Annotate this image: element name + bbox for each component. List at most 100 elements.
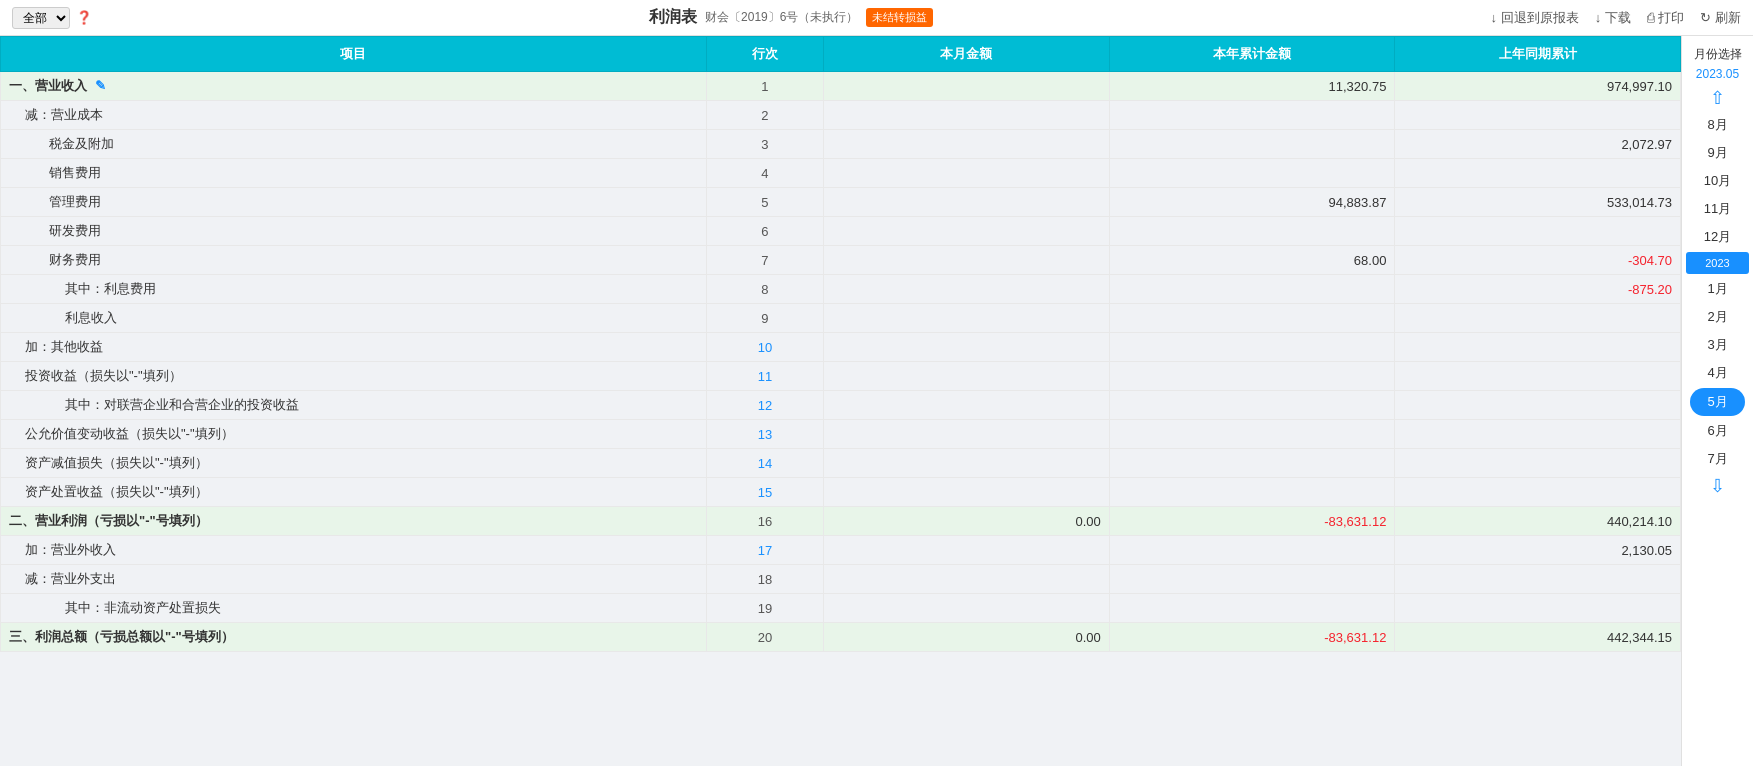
- month-nav-down[interactable]: ⇩: [1708, 473, 1727, 499]
- row-month-2: [824, 101, 1110, 130]
- row-ytd-18: [1109, 565, 1395, 594]
- row-prev-13: [1395, 420, 1681, 449]
- edit-icon-1[interactable]: ✎: [91, 78, 106, 93]
- row-month-12: [824, 391, 1110, 420]
- row-num-17[interactable]: 17: [706, 536, 824, 565]
- month-item[interactable]: 3月: [1682, 331, 1753, 359]
- row-name-19: 其中：非流动资产处置损失: [1, 594, 707, 623]
- month-item[interactable]: 9月: [1682, 139, 1753, 167]
- month-item[interactable]: 4月: [1682, 359, 1753, 387]
- row-ytd-19: [1109, 594, 1395, 623]
- row-ytd-9: [1109, 304, 1395, 333]
- row-num-16: 16: [706, 507, 824, 536]
- page-subtitle: 财会〔2019〕6号（未执行）: [705, 9, 858, 26]
- row-prev-4: [1395, 159, 1681, 188]
- month-item[interactable]: 10月: [1682, 167, 1753, 195]
- row-month-6: [824, 217, 1110, 246]
- top-actions: ↓ 回退到原报表 ↓ 下载 ⎙ 打印 ↻ 刷新: [1491, 9, 1742, 27]
- top-bar: 全部 ❓ 利润表 财会〔2019〕6号（未执行） 未结转损益 ↓ 回退到原报表 …: [0, 0, 1753, 36]
- row-num-14[interactable]: 14: [706, 449, 824, 478]
- row-num-3: 3: [706, 130, 824, 159]
- row-prev-5: 533,014.73: [1395, 188, 1681, 217]
- row-num-12[interactable]: 12: [706, 391, 824, 420]
- side-panel-title: 月份选择: [1694, 40, 1742, 67]
- row-ytd-8: [1109, 275, 1395, 304]
- month-item[interactable]: 12月: [1682, 223, 1753, 251]
- row-name-17: 加：营业外收入: [1, 536, 707, 565]
- main-table-area: 项目 行次 本月金额 本年累计金额 上年同期累计 一、营业收入 ✎111,320…: [0, 36, 1681, 766]
- month-item[interactable]: 8月: [1682, 111, 1753, 139]
- back-button[interactable]: ↓ 回退到原报表: [1491, 9, 1579, 27]
- row-num-13[interactable]: 13: [706, 420, 824, 449]
- row-prev-14: [1395, 449, 1681, 478]
- download-button[interactable]: ↓ 下载: [1595, 9, 1631, 27]
- row-prev-15: [1395, 478, 1681, 507]
- month-item[interactable]: 6月: [1682, 417, 1753, 445]
- top-left: 全部 ❓: [12, 7, 92, 29]
- col-header-ytd: 本年累计金额: [1109, 37, 1395, 72]
- row-name-3: 税金及附加: [1, 130, 707, 159]
- row-ytd-6: [1109, 217, 1395, 246]
- row-ytd-1: 11,320.75: [1109, 72, 1395, 101]
- page-title: 利润表: [649, 7, 697, 28]
- side-panel: 月份选择 2023.05 ⇧ 8月9月10月11月12月20231月2月3月4月…: [1681, 36, 1753, 766]
- row-month-9: [824, 304, 1110, 333]
- row-name-1: 一、营业收入 ✎: [1, 72, 707, 101]
- row-ytd-3: [1109, 130, 1395, 159]
- row-name-5: 管理费用: [1, 188, 707, 217]
- row-month-7: [824, 246, 1110, 275]
- month-item[interactable]: 2023: [1686, 252, 1749, 274]
- row-prev-11: [1395, 362, 1681, 391]
- row-ytd-5: 94,883.87: [1109, 188, 1395, 217]
- row-num-2: 2: [706, 101, 824, 130]
- row-prev-2: [1395, 101, 1681, 130]
- row-num-15[interactable]: 15: [706, 478, 824, 507]
- print-button[interactable]: ⎙ 打印: [1647, 9, 1685, 27]
- row-name-13: 公允价值变动收益（损失以"-"填列）: [1, 420, 707, 449]
- col-header-month: 本月金额: [824, 37, 1110, 72]
- row-name-2: 减：营业成本: [1, 101, 707, 130]
- row-prev-16: 440,214.10: [1395, 507, 1681, 536]
- row-num-20: 20: [706, 623, 824, 652]
- month-item[interactable]: 7月: [1682, 445, 1753, 473]
- row-month-14: [824, 449, 1110, 478]
- row-ytd-13: [1109, 420, 1395, 449]
- row-prev-12: [1395, 391, 1681, 420]
- row-prev-10: [1395, 333, 1681, 362]
- row-month-8: [824, 275, 1110, 304]
- refresh-button[interactable]: ↻ 刷新: [1700, 9, 1741, 27]
- row-name-20: 三、利润总额（亏损总额以"-"号填列）: [1, 623, 707, 652]
- row-prev-1: 974,997.10: [1395, 72, 1681, 101]
- row-num-10[interactable]: 10: [706, 333, 824, 362]
- row-name-14: 资产减值损失（损失以"-"填列）: [1, 449, 707, 478]
- row-prev-8: -875.20: [1395, 275, 1681, 304]
- row-prev-18: [1395, 565, 1681, 594]
- page-wrapper: 全部 ❓ 利润表 财会〔2019〕6号（未执行） 未结转损益 ↓ 回退到原报表 …: [0, 0, 1753, 766]
- row-month-4: [824, 159, 1110, 188]
- scope-dropdown[interactable]: 全部: [12, 7, 70, 29]
- row-ytd-10: [1109, 333, 1395, 362]
- row-month-20: 0.00: [824, 623, 1110, 652]
- row-month-10: [824, 333, 1110, 362]
- month-item[interactable]: 2月: [1682, 303, 1753, 331]
- row-num-5: 5: [706, 188, 824, 217]
- row-name-8: 其中：利息费用: [1, 275, 707, 304]
- row-prev-20: 442,344.15: [1395, 623, 1681, 652]
- month-item[interactable]: 1月: [1682, 275, 1753, 303]
- row-ytd-15: [1109, 478, 1395, 507]
- row-ytd-20: -83,631.12: [1109, 623, 1395, 652]
- month-nav-up[interactable]: ⇧: [1708, 85, 1727, 111]
- row-num-11[interactable]: 11: [706, 362, 824, 391]
- help-icon[interactable]: ❓: [76, 10, 92, 25]
- row-ytd-17: [1109, 536, 1395, 565]
- month-item[interactable]: 11月: [1682, 195, 1753, 223]
- row-month-15: [824, 478, 1110, 507]
- row-month-16: 0.00: [824, 507, 1110, 536]
- row-prev-6: [1395, 217, 1681, 246]
- row-name-10: 加：其他收益: [1, 333, 707, 362]
- row-name-18: 减：营业外支出: [1, 565, 707, 594]
- row-name-16: 二、营业利润（亏损以"-"号填列）: [1, 507, 707, 536]
- month-item[interactable]: 5月: [1690, 388, 1745, 416]
- col-header-prev: 上年同期累计: [1395, 37, 1681, 72]
- row-num-19: 19: [706, 594, 824, 623]
